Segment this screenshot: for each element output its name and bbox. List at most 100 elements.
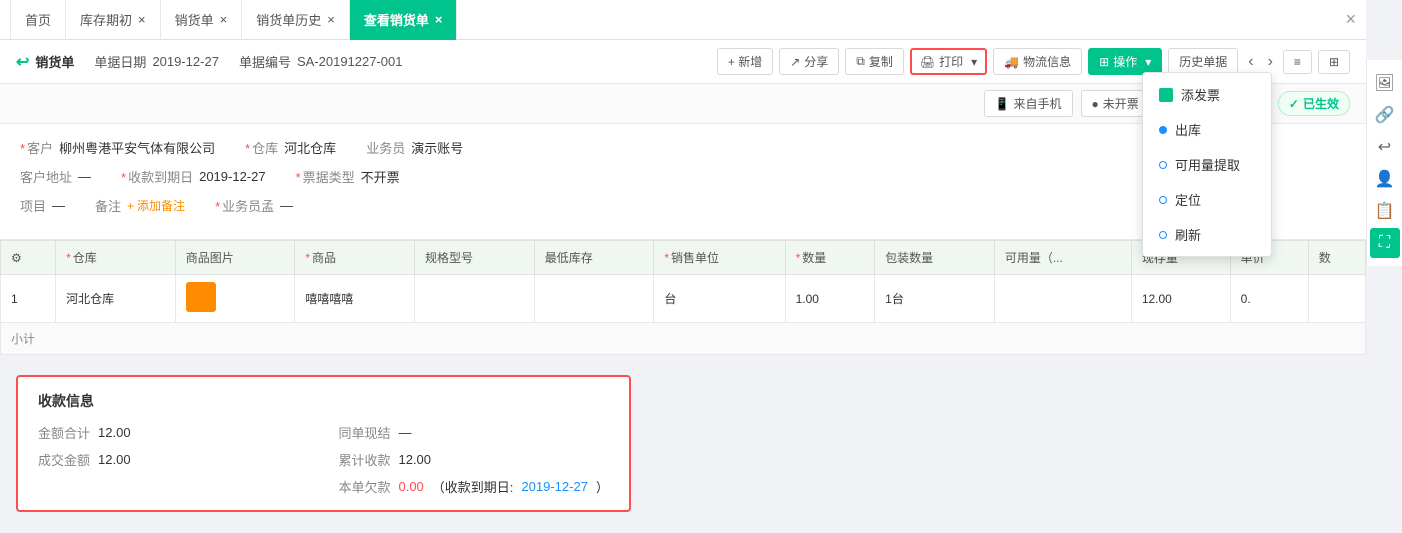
deal-amount-value: 12.00 [98, 452, 131, 467]
row-min-stock [534, 275, 654, 323]
address-label: 客户地址 [20, 167, 72, 186]
row-product-img [175, 275, 295, 323]
ticket-type-field: 票据类型 不开票 [296, 167, 400, 186]
dropdown-refresh[interactable]: 刷新 [1143, 217, 1271, 252]
print-button[interactable]: 🖨 打印 ▾ [910, 48, 987, 75]
deal-amount-label: 成交金额 [38, 450, 90, 469]
payment-date-value: 2019-12-27 [199, 169, 266, 184]
not-opened-button[interactable]: ● 未开票 [1081, 90, 1150, 117]
tab-view-sales[interactable]: 查看销货单 × [350, 0, 458, 40]
share-button[interactable]: ↗ 分享 [779, 48, 839, 75]
doc-title: ↩ 销货单 [16, 52, 74, 72]
tab-sales-history[interactable]: 销货单历史 × [242, 0, 350, 40]
available-qty-label: 可用量提取 [1175, 155, 1240, 174]
deal-amount-row: 成交金额 12.00 [38, 450, 308, 469]
copy-button[interactable]: ⧉ 复制 [845, 48, 904, 75]
payment-date-label: 收款到期日 [121, 167, 193, 186]
subtotal-label: 小计 [1, 323, 1366, 355]
new-button[interactable]: + 新增 [717, 48, 773, 75]
ticket-icon: ● [1092, 97, 1099, 111]
tab-close-sales[interactable]: × [220, 12, 228, 27]
doc-title-text: 销货单 [35, 52, 74, 71]
dropdown-add-invoice[interactable]: 添发票 [1143, 77, 1271, 112]
from-phone-button[interactable]: 📱 来自手机 [984, 90, 1073, 117]
address-value: — [78, 169, 91, 184]
operations-button[interactable]: ⊞ 操作 ▾ [1088, 48, 1162, 75]
sidebar-expand-icon[interactable]: ⛶ [1370, 228, 1400, 258]
due-amount-label: 本单欠款 [338, 477, 390, 496]
table-row: 1 河北仓库 嘻嘻嘻嘻 台 1.00 1台 12.00 0. [1, 275, 1366, 323]
th-available: 可用量（... [994, 241, 1131, 275]
due-amount-value: 0.00 [398, 479, 423, 494]
customer-label: 客户 [20, 138, 53, 157]
row-unit: 台 [654, 275, 785, 323]
note-field: 备注 + 添加备注 [95, 196, 185, 215]
effective-status: ✓ 已生效 [1278, 91, 1350, 116]
product-table: ⚙ 仓库 商品图片 商品 规格型号 最低库存 销售单位 数量 包装数量 可用量（… [0, 240, 1366, 355]
tab-bar: 首页 库存期初 × 销货单 × 销货单历史 × 查看销货单 × × [0, 0, 1366, 40]
tab-home[interactable]: 首页 [10, 0, 66, 40]
ticket-type-value: 不开票 [361, 167, 400, 186]
note-label: 备注 [95, 196, 121, 215]
outbound-label: 出库 [1175, 120, 1201, 139]
tab-close-inventory[interactable]: × [138, 12, 146, 27]
dropdown-outbound[interactable]: 出库 [1143, 112, 1271, 147]
salesperson-field: 业务员 演示账号 [366, 138, 463, 157]
project-field: 项目 — [20, 196, 65, 215]
nav-next-button[interactable]: › [1264, 53, 1277, 71]
tab-sales-order[interactable]: 销货单 × [161, 0, 243, 40]
sidebar-clipboard-icon[interactable]: 📋 [1370, 196, 1400, 226]
th-spec: 规格型号 [415, 241, 535, 275]
row-warehouse: 河北仓库 [56, 275, 176, 323]
date-value: 2019-12-27 [152, 54, 219, 69]
customer-field: 客户 柳州粤港平安气体有限公司 [20, 138, 215, 157]
add-note-button[interactable]: + 添加备注 [127, 197, 185, 214]
staff-field: 业务员孟 — [215, 196, 293, 215]
sidebar-link-icon[interactable]: 🔗 [1370, 100, 1400, 130]
view-card-button[interactable]: ⊞ [1318, 50, 1350, 74]
add-invoice-label: 添发票 [1181, 85, 1220, 104]
product-table-container: ⚙ 仓库 商品图片 商品 规格型号 最低库存 销售单位 数量 包装数量 可用量（… [0, 240, 1366, 355]
row-product: 嘻嘻嘻嘻 [295, 275, 415, 323]
sidebar-user-icon[interactable]: 👤 [1370, 164, 1400, 194]
tab-inventory-init[interactable]: 库存期初 × [66, 0, 161, 40]
payment-date-field: 收款到期日 2019-12-27 [121, 167, 266, 186]
available-qty-icon [1159, 161, 1167, 169]
th-warehouse: 仓库 [56, 241, 176, 275]
sidebar-image-icon[interactable]: 🖼 [1370, 68, 1400, 98]
accumulated-label: 累计收款 [338, 450, 390, 469]
dropdown-available-qty[interactable]: 可用量提取 [1143, 147, 1271, 182]
address-field: 客户地址 — [20, 167, 91, 186]
accumulated-row: 累计收款 12.00 [338, 450, 608, 469]
right-sidebar: 🖼 🔗 ↩ 👤 📋 ⛶ [1366, 60, 1402, 266]
customer-value: 柳州粤港平安气体有限公司 [59, 138, 215, 157]
dropdown-locate[interactable]: 定位 [1143, 182, 1271, 217]
settings-icon[interactable]: ⚙ [11, 251, 22, 265]
logistics-button[interactable]: 🚚 物流信息 [993, 48, 1082, 75]
salesperson-label: 业务员 [366, 138, 405, 157]
window-close-button[interactable]: × [1345, 9, 1356, 30]
sidebar-return-icon[interactable]: ↩ [1370, 132, 1400, 162]
share-icon: ↗ [790, 55, 800, 69]
history-button[interactable]: 历史单据 [1168, 48, 1238, 75]
print-dropdown-arrow[interactable]: ▾ [971, 55, 977, 69]
date-label: 单据日期 [94, 52, 146, 71]
row-available [994, 275, 1131, 323]
operations-dropdown: 添发票 出库 可用量提取 定位 刷新 [1142, 72, 1272, 257]
nav-prev-button[interactable]: ‹ [1244, 53, 1257, 71]
ticket-type-label: 票据类型 [296, 167, 355, 186]
tab-close-view[interactable]: × [435, 12, 443, 27]
row-index: 1 [1, 275, 56, 323]
amount-total-value: 12.00 [98, 425, 131, 440]
outbound-dot-icon [1159, 126, 1167, 134]
ops-dropdown-arrow[interactable]: ▾ [1145, 55, 1151, 69]
locate-icon [1159, 196, 1167, 204]
locate-label: 定位 [1175, 190, 1201, 209]
view-table-button[interactable]: ≡ [1283, 50, 1312, 74]
payment-title: 收款信息 [38, 391, 609, 411]
bottom-area: 收款信息 金额合计 12.00 同单现结 — 成交金额 12.00 累计收款 1… [0, 355, 1366, 532]
tab-close-history[interactable]: × [327, 12, 335, 27]
warehouse-label: 仓库 [245, 138, 278, 157]
subtotal-row: 小计 [1, 323, 1366, 355]
th-settings[interactable]: ⚙ [1, 241, 56, 275]
